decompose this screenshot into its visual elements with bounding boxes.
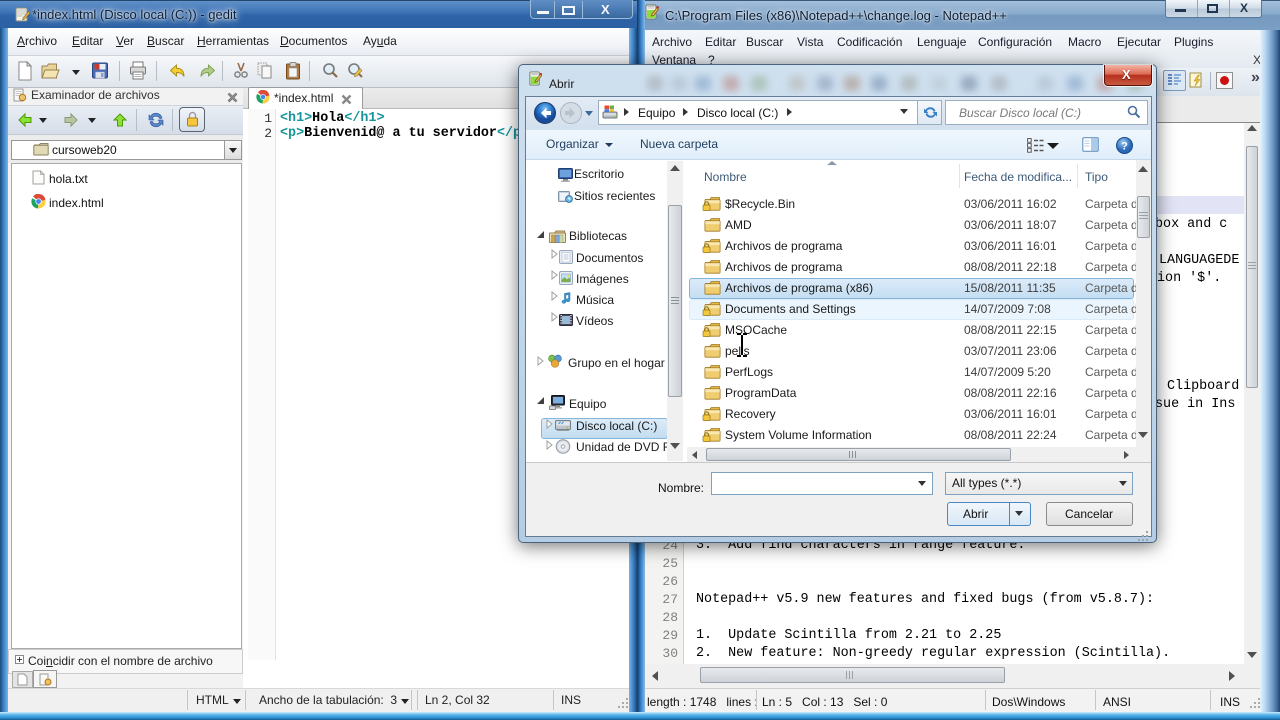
svg-text:?: ? xyxy=(1121,141,1128,153)
